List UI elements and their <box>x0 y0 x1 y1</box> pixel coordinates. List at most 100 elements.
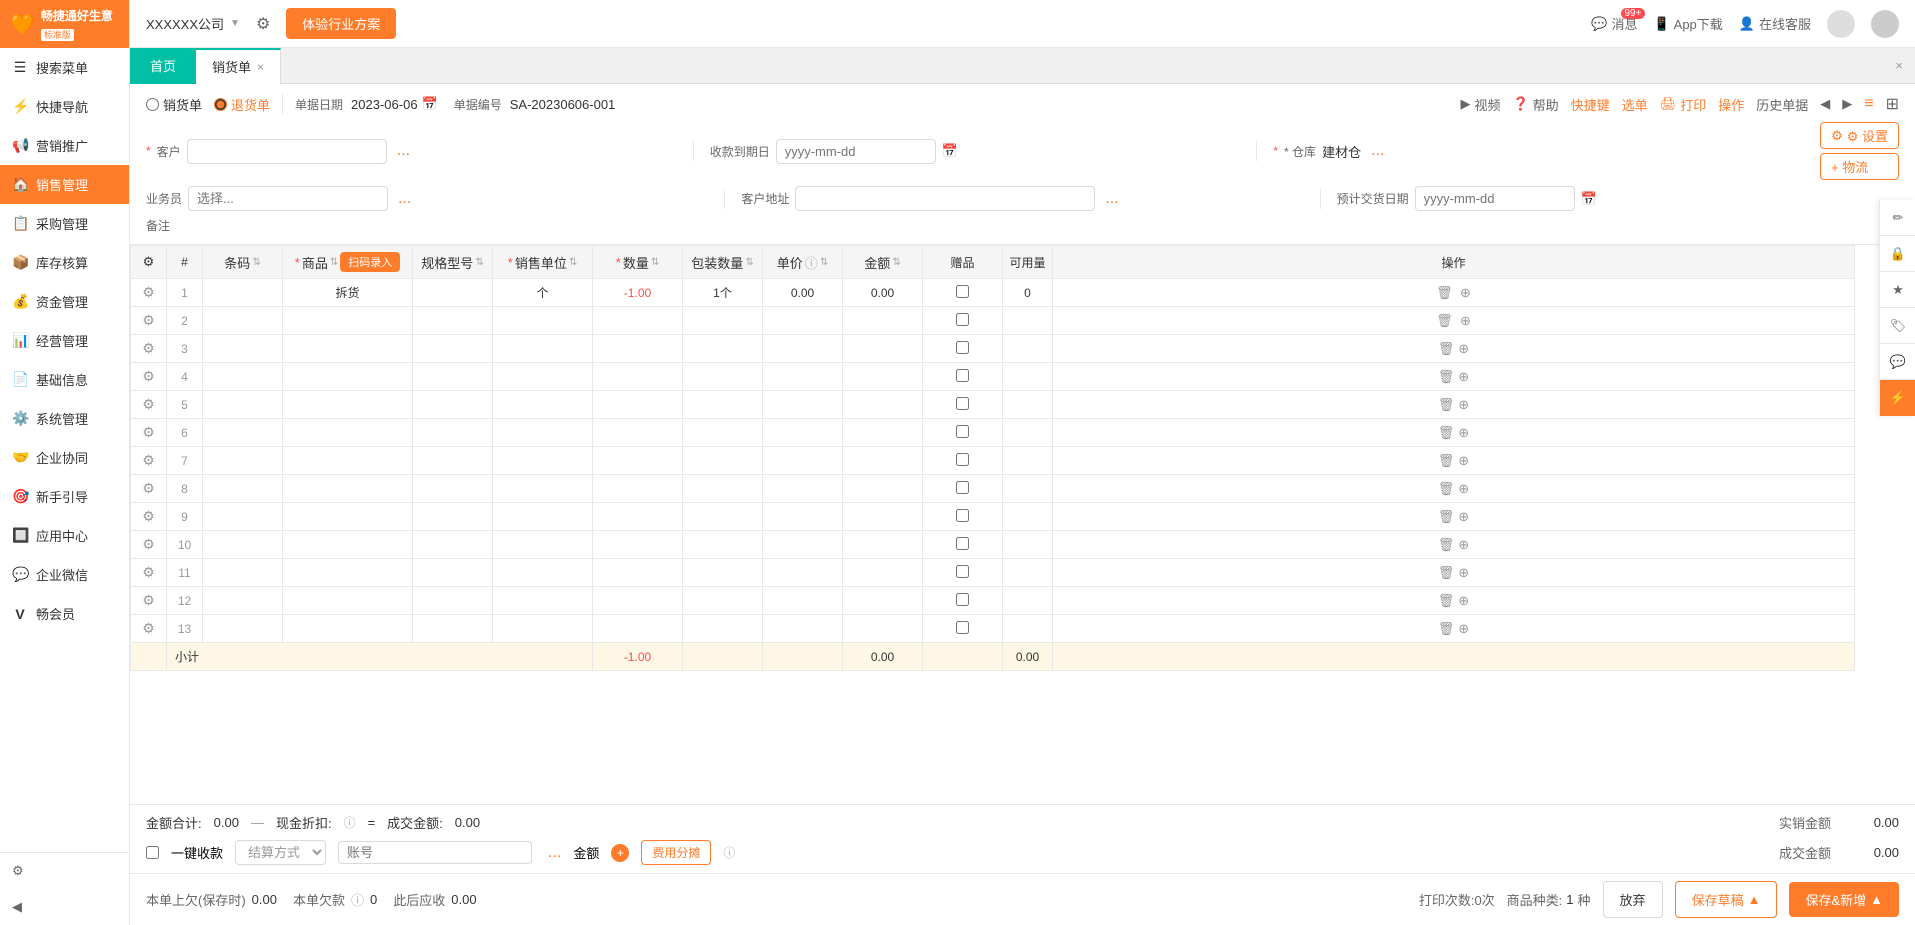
sidebar-collapse[interactable]: ◀ <box>0 889 129 925</box>
cell-price[interactable] <box>763 447 843 475</box>
copy-icon[interactable]: ⊕ <box>1458 425 1469 440</box>
sidebar-item-app-center[interactable]: 🔲 应用中心 <box>0 516 129 555</box>
salesperson-input[interactable] <box>188 186 388 211</box>
cell-qty[interactable] <box>593 615 683 643</box>
cell-product[interactable] <box>283 475 413 503</box>
cell-gift[interactable] <box>923 419 1003 447</box>
cell-price[interactable] <box>763 475 843 503</box>
cell-spec[interactable] <box>413 531 493 559</box>
cell-price[interactable] <box>763 559 843 587</box>
copy-icon[interactable]: ⊕ <box>1458 369 1469 384</box>
cell-gift[interactable] <box>923 559 1003 587</box>
cell-price[interactable] <box>763 335 843 363</box>
sidebar-item-base-info[interactable]: 📄 基础信息 <box>0 360 129 399</box>
cell-product[interactable] <box>283 419 413 447</box>
sidebar-item-purchase[interactable]: 📋 采购管理 <box>0 204 129 243</box>
cell-barcode[interactable] <box>203 363 283 391</box>
cell-barcode[interactable] <box>203 335 283 363</box>
delete-icon[interactable]: 🗑 <box>1436 285 1453 300</box>
calendar-icon[interactable]: 📅 <box>422 96 438 112</box>
payment-calendar-icon[interactable]: 📅 <box>942 143 958 159</box>
cell-product[interactable] <box>283 307 413 335</box>
delete-icon[interactable]: 🗑 <box>1436 313 1453 328</box>
cell-price[interactable] <box>763 615 843 643</box>
payment-date-input[interactable] <box>776 139 936 164</box>
cell-qty[interactable] <box>593 335 683 363</box>
cell-gift[interactable] <box>923 475 1003 503</box>
cell-barcode[interactable] <box>203 391 283 419</box>
cell-qty[interactable] <box>593 363 683 391</box>
copy-icon[interactable]: ⊕ <box>1458 509 1469 524</box>
help-action-btn[interactable]: ❓ 帮助 <box>1512 95 1558 114</box>
sidebar-item-inventory[interactable]: 📦 库存核算 <box>0 243 129 282</box>
trial-btn[interactable]: 体验行业方案 <box>286 8 396 39</box>
delete-icon[interactable]: 🗑 <box>1438 397 1455 412</box>
cell-spec[interactable] <box>413 447 493 475</box>
right-float-lock[interactable]: 🔒 <box>1880 236 1915 272</box>
tab-close-icon[interactable]: × <box>257 60 264 74</box>
cell-gear[interactable]: ⚙ <box>131 587 167 615</box>
cell-price[interactable] <box>763 363 843 391</box>
cell-price[interactable] <box>763 587 843 615</box>
print-action-btn[interactable]: 🖨 打印 <box>1660 95 1707 114</box>
one-click-payment-checkbox[interactable] <box>146 846 159 859</box>
delete-icon[interactable]: 🗑 <box>1438 565 1455 580</box>
cell-gift[interactable] <box>923 447 1003 475</box>
cell-barcode[interactable] <box>203 531 283 559</box>
address-dotdot[interactable]: ... <box>1105 190 1118 208</box>
tab-sales-order[interactable]: 销货单 × <box>196 48 281 84</box>
cell-spec[interactable] <box>413 307 493 335</box>
cell-product[interactable] <box>283 531 413 559</box>
account-dotdot[interactable]: ... <box>548 844 561 862</box>
nav-prev-btn[interactable]: ◀ <box>1820 96 1830 112</box>
sidebar-item-sales[interactable]: 🏠 销售管理 <box>0 165 129 204</box>
discard-btn[interactable]: 放弃 <box>1603 881 1663 918</box>
cell-price[interactable] <box>763 419 843 447</box>
right-float-chat[interactable]: 💬 <box>1880 344 1915 380</box>
cell-gear[interactable]: ⚙ <box>131 419 167 447</box>
cell-product[interactable]: 拆货 <box>283 279 413 307</box>
cell-spec[interactable] <box>413 419 493 447</box>
cell-gift[interactable] <box>923 391 1003 419</box>
cell-gear[interactable]: ⚙ <box>131 363 167 391</box>
warehouse-dotdot[interactable]: ... <box>1371 142 1384 160</box>
cell-product[interactable] <box>283 335 413 363</box>
cell-product[interactable] <box>283 559 413 587</box>
user-avatar-2[interactable] <box>1871 10 1899 38</box>
expected-delivery-input[interactable] <box>1415 186 1575 211</box>
sidebar-item-enterprise-wechat[interactable]: 💬 企业微信 <box>0 555 129 594</box>
account-input[interactable] <box>338 841 532 864</box>
copy-icon[interactable]: ⊕ <box>1458 453 1469 468</box>
cell-gift[interactable] <box>923 363 1003 391</box>
sidebar-item-system[interactable]: ⚙️ 系统管理 <box>0 399 129 438</box>
cell-spec[interactable] <box>413 279 493 307</box>
cell-spec[interactable] <box>413 615 493 643</box>
sidebar-item-search-order[interactable]: ☰ 搜索菜单 <box>0 48 129 87</box>
cell-barcode[interactable] <box>203 615 283 643</box>
copy-icon[interactable]: ⊕ <box>1458 621 1469 636</box>
cell-gift[interactable] <box>923 615 1003 643</box>
cell-gift[interactable] <box>923 279 1003 307</box>
radio-sales-order[interactable]: 销货单 <box>146 95 202 114</box>
cell-gear[interactable]: ⚙ <box>131 391 167 419</box>
sidebar-settings[interactable]: ⚙ <box>0 853 129 889</box>
delivery-calendar-icon[interactable]: 📅 <box>1581 191 1597 207</box>
sidebar-item-enterprise[interactable]: 🤝 企业协同 <box>0 438 129 477</box>
cell-qty[interactable]: -1.00 <box>593 279 683 307</box>
customer-address-input[interactable] <box>795 186 1095 211</box>
cell-qty[interactable] <box>593 307 683 335</box>
settings-btn[interactable]: ⚙ ⚙ 设置 <box>1820 122 1899 149</box>
cell-gift[interactable] <box>923 587 1003 615</box>
close-all-tabs-icon[interactable]: × <box>1883 58 1915 73</box>
cell-spec[interactable] <box>413 587 493 615</box>
cell-spec[interactable] <box>413 475 493 503</box>
cell-qty[interactable] <box>593 447 683 475</box>
save-draft-btn[interactable]: 保存草稿 ▲ <box>1675 881 1778 918</box>
cell-spec[interactable] <box>413 503 493 531</box>
tab-home[interactable]: 首页 <box>130 48 196 84</box>
delete-icon[interactable]: 🗑 <box>1438 481 1455 496</box>
copy-icon[interactable]: ⊕ <box>1458 537 1469 552</box>
copy-icon[interactable]: ⊕ <box>1460 285 1471 300</box>
operation-action-btn[interactable]: 操作 <box>1718 95 1744 114</box>
right-float-action[interactable]: ⚡ <box>1880 380 1915 416</box>
